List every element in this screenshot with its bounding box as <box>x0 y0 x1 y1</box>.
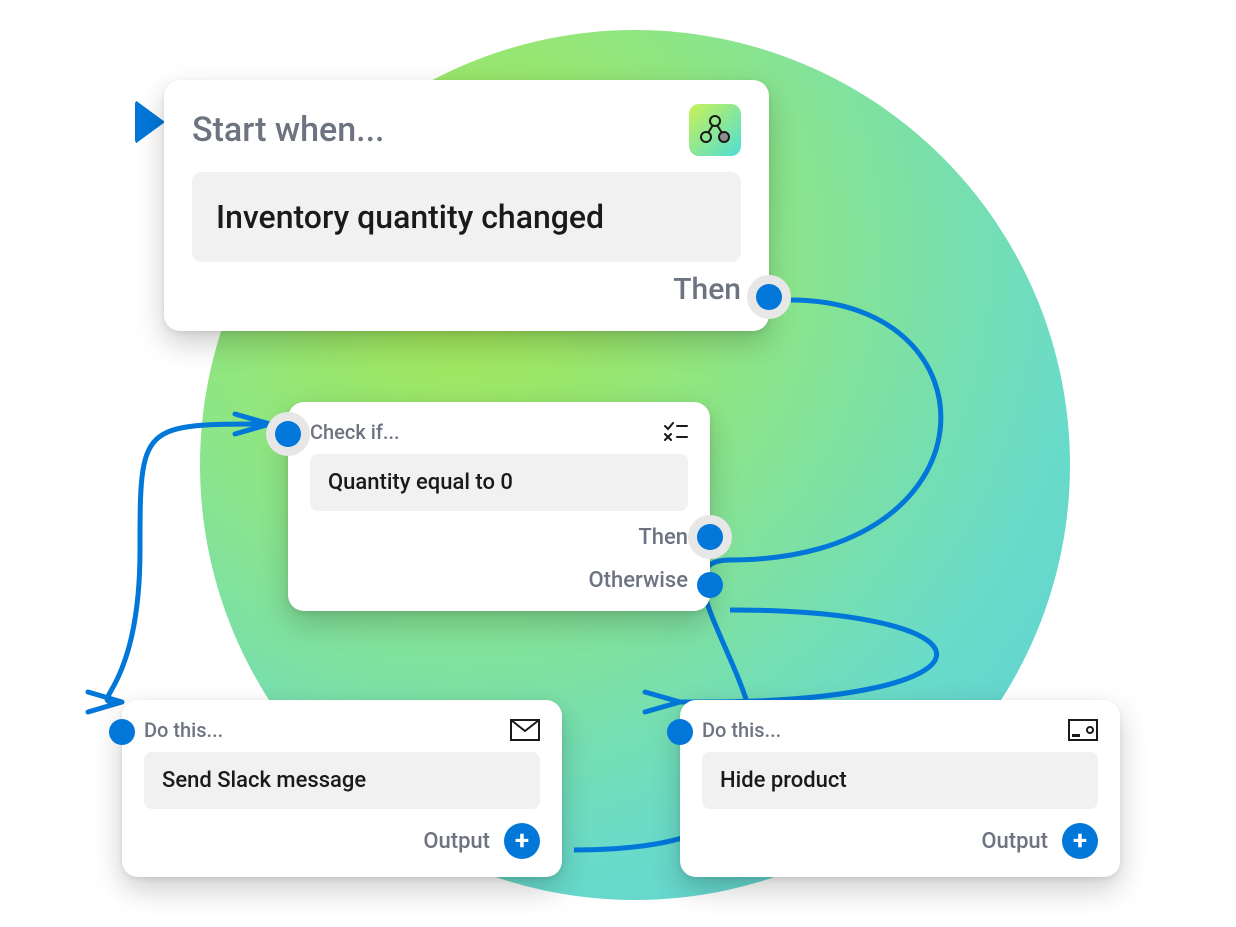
hide-task-pill[interactable]: Hide product <box>702 752 1098 809</box>
hide-action-card[interactable]: Do this... Hide product Output + <box>680 700 1120 877</box>
condition-rule-pill[interactable]: Quantity equal to 0 <box>310 454 688 511</box>
condition-then-label: Then <box>638 525 688 550</box>
condition-otherwise-label: Otherwise <box>589 568 689 593</box>
hide-output-label: Output <box>981 829 1048 854</box>
flow-app-icon <box>689 104 741 156</box>
condition-card[interactable]: Check if... Quantity equal to 0 Then Oth… <box>288 402 710 611</box>
trigger-header: Start when... <box>192 110 384 150</box>
trigger-then-label: Then <box>673 272 741 307</box>
slack-input-port[interactable] <box>100 710 144 754</box>
slack-output-label: Output <box>423 829 490 854</box>
slack-task-pill[interactable]: Send Slack message <box>144 752 540 809</box>
condition-input-port[interactable] <box>266 412 310 456</box>
envelope-icon <box>510 719 540 741</box>
condition-header: Check if... <box>310 420 400 444</box>
trigger-then-port[interactable] <box>747 275 791 319</box>
product-icon <box>1068 719 1098 741</box>
slack-action-header: Do this... <box>144 718 223 742</box>
condition-then-port[interactable] <box>688 515 732 559</box>
trigger-card[interactable]: Start when... Inventory quantity changed… <box>164 80 769 331</box>
hide-add-output-button[interactable]: + <box>1062 823 1098 859</box>
trigger-event-pill[interactable]: Inventory quantity changed <box>192 172 741 262</box>
slack-add-output-button[interactable]: + <box>504 823 540 859</box>
hide-action-header: Do this... <box>702 718 781 742</box>
condition-otherwise-port[interactable] <box>688 563 732 607</box>
start-arrow-icon <box>135 100 165 144</box>
checklist-icon <box>664 422 688 442</box>
hide-input-port[interactable] <box>658 710 702 754</box>
slack-action-card[interactable]: Do this... Send Slack message Output + <box>122 700 562 877</box>
